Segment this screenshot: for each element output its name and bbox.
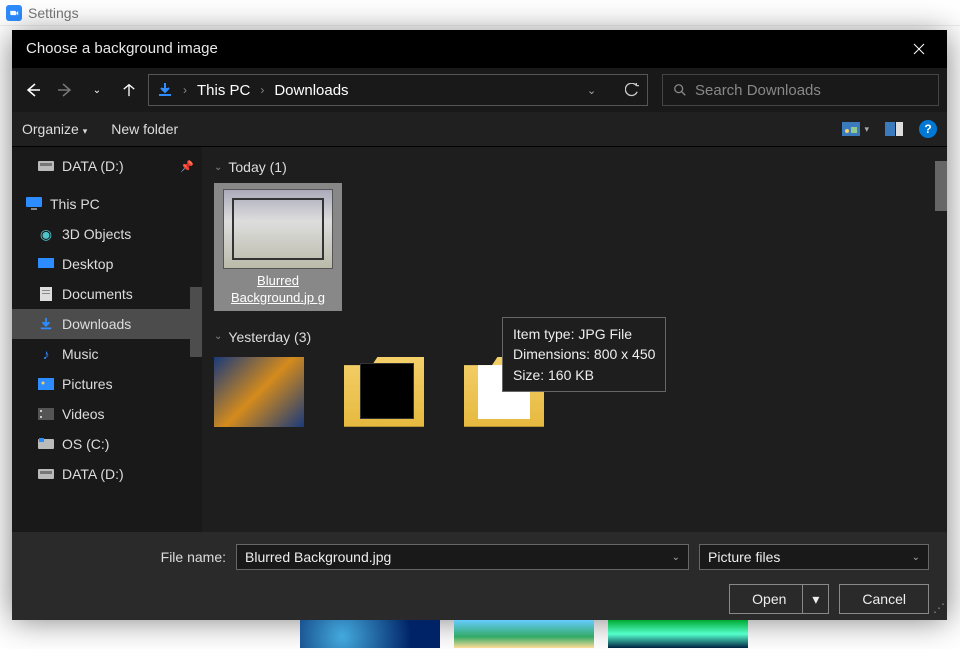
dialog-title-text: Choose a background image [26,40,218,57]
cancel-button[interactable]: Cancel [839,584,929,614]
chevron-down-icon: ⌄ [214,331,222,342]
bg-thumb[interactable] [608,620,748,648]
preview-pane-button[interactable] [885,122,903,136]
open-button[interactable]: Open ▾ [729,584,829,614]
music-icon: ♪ [38,346,54,362]
breadcrumb-root[interactable]: This PC [197,82,250,99]
tree-item-desktop[interactable]: Desktop [12,249,202,279]
nav-recent-dropdown[interactable]: ⌄ [84,74,110,106]
tree-item-pictures[interactable]: Pictures [12,369,202,399]
pin-icon: 📌 [180,160,194,173]
help-button[interactable]: ? [919,120,937,138]
tree-item-os-drive[interactable]: OS (C:) [12,429,202,459]
this-pc-icon [26,196,42,212]
close-button[interactable] [905,35,933,63]
drive-icon [38,158,54,174]
search-placeholder: Search Downloads [695,82,821,99]
search-input[interactable]: Search Downloads [662,74,939,106]
settings-titlebar: Settings [0,0,960,26]
tooltip-type: Item type: JPG File [513,324,655,344]
videos-icon [38,406,54,422]
tree-item-documents[interactable]: Documents [12,279,202,309]
file-thumbnail [223,189,333,269]
chevron-down-icon: ⌄ [912,552,920,563]
file-item-selected[interactable]: Blurred Background.jp g [214,183,342,311]
downloads-icon [157,82,173,98]
organize-menu[interactable]: Organize ▾ [22,121,87,137]
filetype-dropdown[interactable]: Picture files ⌄ [699,544,929,570]
nav-up-button[interactable] [116,74,142,106]
search-icon [673,83,687,97]
open-split-dropdown[interactable]: ▾ [802,585,828,613]
tree-item-videos[interactable]: Videos [12,399,202,429]
documents-icon [38,286,54,302]
tree-item-music[interactable]: ♪Music [12,339,202,369]
resize-grip[interactable]: ⋰ [933,602,945,614]
pictures-icon [38,376,54,392]
file-name-label: Blurred Background.jp g [218,273,338,307]
file-item[interactable] [214,357,304,427]
tree-item-3d-objects[interactable]: ◉3D Objects [12,219,202,249]
settings-title-text: Settings [28,5,79,21]
background-thumbnails-strip [300,620,748,648]
dialog-titlebar: Choose a background image [12,30,947,68]
bg-thumb[interactable] [454,620,594,648]
drive-icon [38,466,54,482]
address-bar[interactable]: › This PC › Downloads ⌄ [148,74,648,106]
chevron-down-icon: ⌄ [214,162,222,173]
tooltip-dimensions: Dimensions: 800 x 450 [513,344,655,364]
chevron-right-icon: › [260,83,264,97]
view-mode-dropdown[interactable]: ▾ [842,122,869,136]
filename-label: File name: [30,549,226,565]
file-open-dialog: Choose a background image ⌄ › This PC [12,30,947,616]
desktop-icon [38,256,54,272]
tooltip-size: Size: 160 KB [513,365,655,385]
tree-scrollbar[interactable] [190,287,202,357]
downloads-icon [38,316,54,332]
content-scrollbar[interactable] [935,161,947,211]
chevron-right-icon: › [183,83,187,97]
drive-icon [38,436,54,452]
nav-back-button[interactable] [20,74,46,106]
address-history-dropdown[interactable]: ⌄ [587,84,596,97]
tree-item-pinned[interactable]: DATA (D:) 📌 [12,151,202,181]
nav-forward-button[interactable] [52,74,78,106]
folder-item[interactable] [344,357,424,427]
cube-icon: ◉ [38,226,54,242]
tree-item-data-drive[interactable]: DATA (D:) [12,459,202,489]
filename-input[interactable]: Blurred Background.jpg ⌄ [236,544,689,570]
tree-item-this-pc[interactable]: This PC [12,189,202,219]
breadcrumb-leaf[interactable]: Downloads [274,82,348,99]
new-folder-button[interactable]: New folder [111,121,178,137]
file-list: ⌄Today (1) Blurred Background.jp g Item … [202,147,947,532]
navigation-tree: DATA (D:) 📌 This PC ◉3D Objects Desktop … [12,147,202,532]
file-tooltip: Item type: JPG File Dimensions: 800 x 45… [502,317,666,392]
refresh-button[interactable] [625,83,639,97]
tree-item-downloads[interactable]: Downloads [12,309,202,339]
chevron-down-icon[interactable]: ⌄ [672,552,680,563]
zoom-app-icon [6,5,22,21]
bg-thumb[interactable] [300,620,440,648]
group-header-today[interactable]: ⌄Today (1) [214,159,935,175]
